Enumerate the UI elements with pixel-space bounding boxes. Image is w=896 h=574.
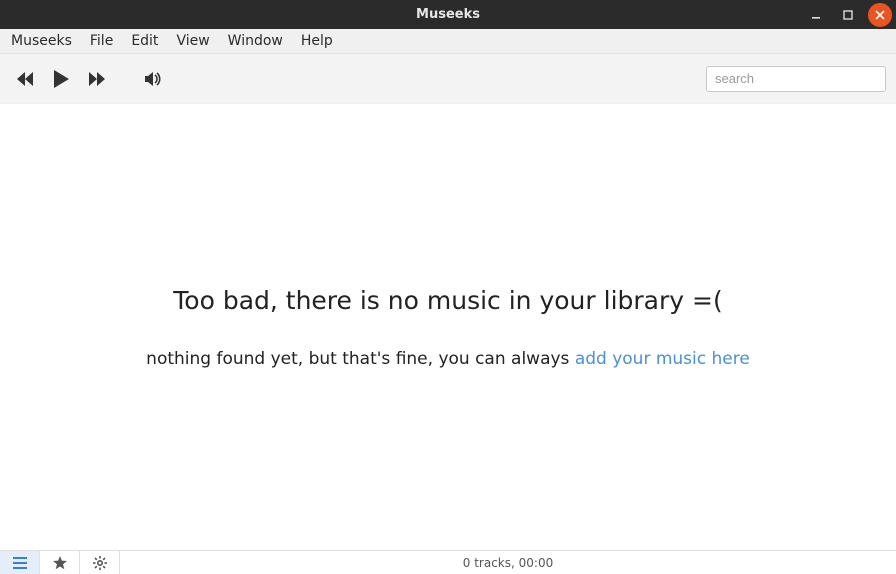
maximize-button[interactable] <box>836 3 860 27</box>
star-icon <box>53 556 67 570</box>
status-text: 0 tracks, 00:00 <box>120 551 896 574</box>
window-controls <box>804 0 892 29</box>
play-button[interactable] <box>52 69 70 89</box>
library-empty-state: Too bad, there is no music in your libra… <box>0 104 896 550</box>
empty-title: Too bad, there is no music in your libra… <box>173 286 722 315</box>
add-music-link[interactable]: add your music here <box>575 349 750 369</box>
menu-view[interactable]: View <box>167 30 218 52</box>
search-input[interactable] <box>706 66 886 92</box>
playback-controls <box>10 69 162 89</box>
library-tab[interactable] <box>0 551 40 574</box>
window-title: Museeks <box>0 7 896 22</box>
player-toolbar <box>0 54 896 104</box>
gear-icon <box>93 556 107 570</box>
playlists-tab[interactable] <box>40 551 80 574</box>
list-icon <box>13 557 27 569</box>
empty-subtitle: nothing found yet, but that's fine, you … <box>146 349 750 369</box>
volume-button[interactable] <box>144 71 162 87</box>
empty-subtitle-text: nothing found yet, but that's fine, you … <box>146 349 575 369</box>
menubar: Museeks File Edit View Window Help <box>0 29 896 54</box>
titlebar: Museeks <box>0 0 896 29</box>
previous-button[interactable] <box>16 71 34 87</box>
menu-window[interactable]: Window <box>219 30 292 52</box>
bottom-bar: 0 tracks, 00:00 <box>0 550 896 574</box>
menu-file[interactable]: File <box>81 30 122 52</box>
menu-edit[interactable]: Edit <box>122 30 167 52</box>
menu-museeks[interactable]: Museeks <box>2 30 81 52</box>
minimize-button[interactable] <box>804 3 828 27</box>
close-button[interactable] <box>868 3 892 27</box>
menu-help[interactable]: Help <box>292 30 342 52</box>
settings-tab[interactable] <box>80 551 120 574</box>
next-button[interactable] <box>88 71 106 87</box>
